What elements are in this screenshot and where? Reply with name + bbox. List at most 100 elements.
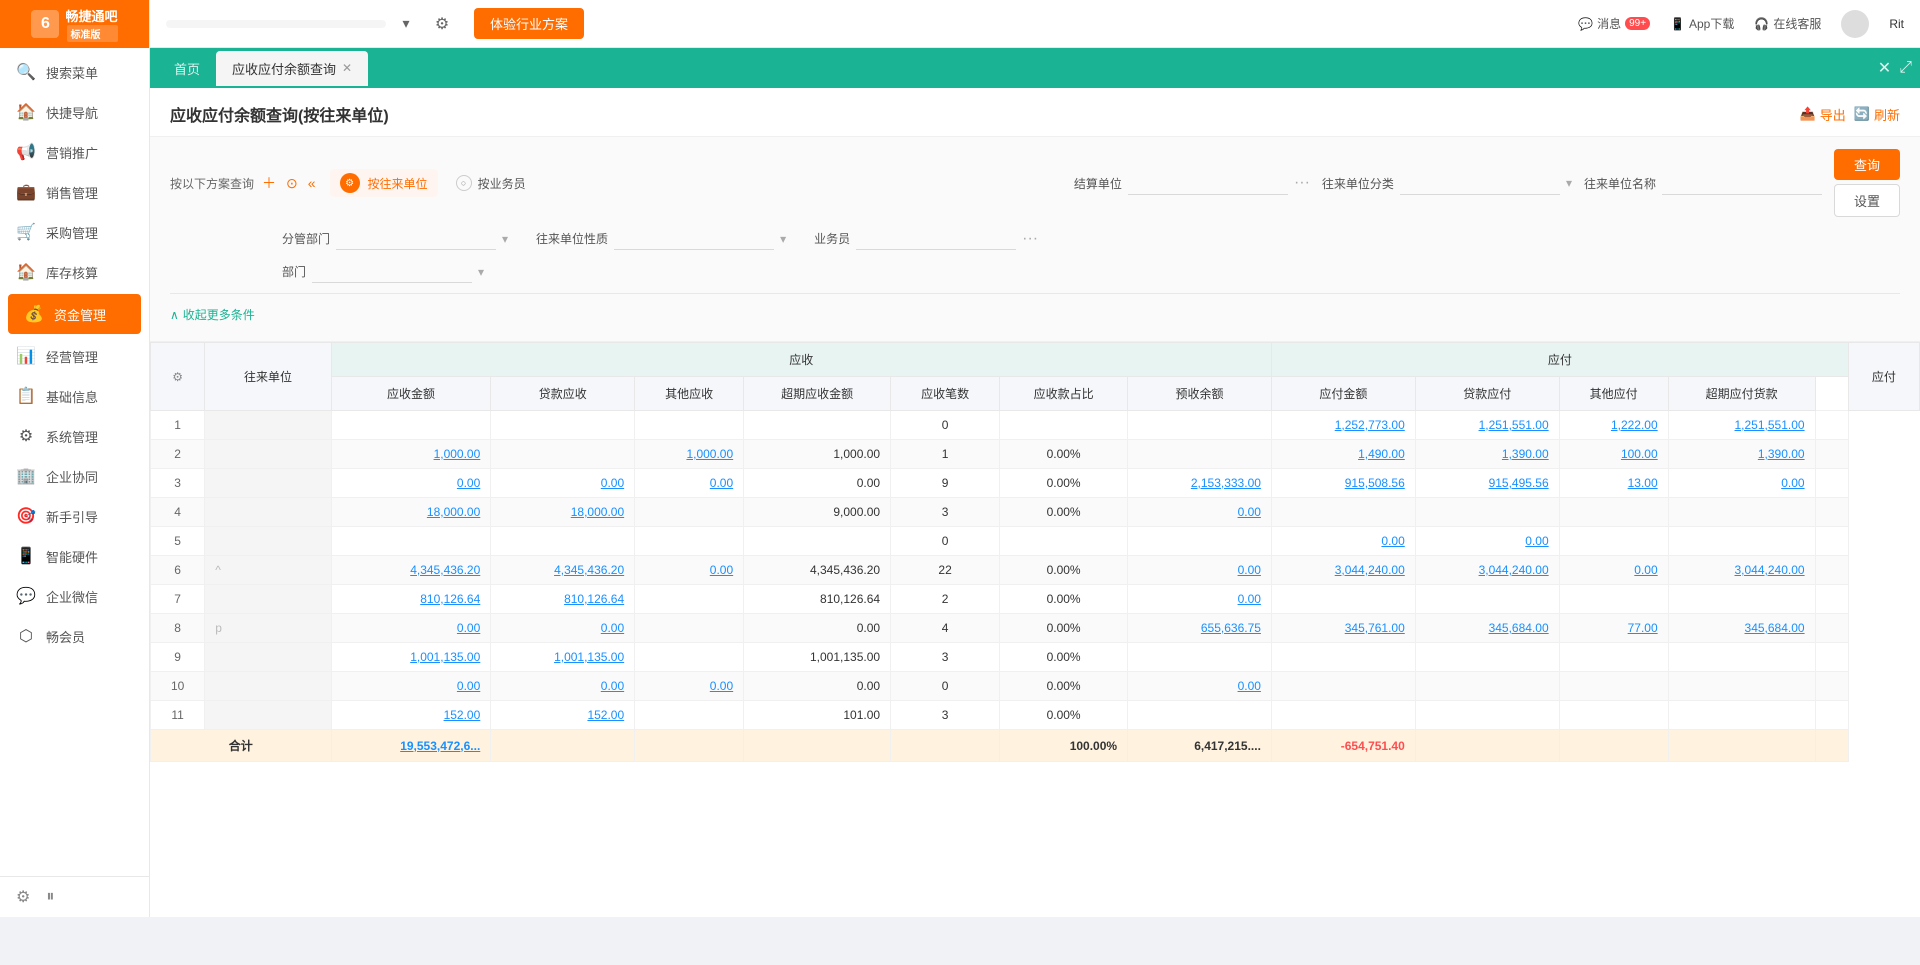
dept-input[interactable] [312, 260, 472, 283]
sidebar-item-wechat[interactable]: 💬 企业微信 [0, 576, 149, 616]
row-ar-loan[interactable]: 18,000.00 [491, 498, 635, 527]
settings-icon[interactable]: ⚙ [16, 887, 30, 907]
row-ar-advance[interactable]: 0.00 [1128, 556, 1272, 585]
row-ar-loan[interactable]: 0.00 [491, 469, 635, 498]
sidebar-item-finance[interactable]: 💰 资金管理 [8, 294, 141, 334]
collapse-more-btn[interactable]: ∧ 收起更多条件 [170, 300, 255, 329]
row-ar-loan[interactable]: 1,001,135.00 [491, 643, 635, 672]
sidebar-item-basic-info[interactable]: 📋 基础信息 [0, 376, 149, 416]
row-ar-advance[interactable]: 655,636.75 [1128, 614, 1272, 643]
row-ar-amount[interactable]: 0.00 [331, 469, 491, 498]
row-ap-loan[interactable]: 0.00 [1415, 527, 1559, 556]
row-ar-amount[interactable]: 0.00 [331, 614, 491, 643]
row-ar-advance[interactable]: 0.00 [1128, 585, 1272, 614]
row-ap-overdue[interactable]: 1,251,551.00 [1668, 411, 1815, 440]
salesman-input[interactable] [856, 227, 1016, 250]
refresh-button[interactable]: 🔄 刷新 [1854, 105, 1900, 124]
close-tab-button[interactable]: ✕ [1878, 58, 1891, 78]
row-ar-other[interactable]: 0.00 [635, 672, 744, 701]
row-ap-amount[interactable]: 1,252,773.00 [1271, 411, 1415, 440]
row-ap-amount[interactable]: 0.00 [1271, 527, 1415, 556]
sidebar-item-system[interactable]: ⚙ 系统管理 [0, 416, 149, 456]
app-download-area[interactable]: 📱 App下载 [1670, 15, 1734, 32]
th-settings[interactable]: ⚙ [151, 343, 205, 411]
row-ar-amount[interactable]: 810,126.64 [331, 585, 491, 614]
filter-settings-button[interactable]: ⊙ [284, 175, 300, 192]
row-ar-loan[interactable]: 810,126.64 [491, 585, 635, 614]
row-ap-loan[interactable]: 345,684.00 [1415, 614, 1559, 643]
row-ar-amount[interactable]: 0.00 [331, 672, 491, 701]
row-ar-other[interactable]: 0.00 [635, 556, 744, 585]
salesman-picker[interactable]: ··· [1022, 230, 1038, 248]
sidebar-item-quick-nav[interactable]: 🏠 快捷导航 [0, 92, 149, 132]
row-ar-loan[interactable]: 4,345,436.20 [491, 556, 635, 585]
settlement-unit-input[interactable] [1128, 172, 1288, 195]
row-ap-loan[interactable]: 1,390.00 [1415, 440, 1559, 469]
filter-scheme-partner[interactable]: ⚙ 按往来单位 [330, 169, 438, 197]
query-button[interactable]: 查询 [1834, 149, 1900, 180]
collapse-sidebar-icon[interactable]: ⏸ [46, 888, 54, 906]
row-ap-amount[interactable]: 345,761.00 [1271, 614, 1415, 643]
row-ar-loan[interactable]: 152.00 [491, 701, 635, 730]
sidebar-item-marketing[interactable]: 📢 营销推广 [0, 132, 149, 172]
sidebar-item-guide[interactable]: 🎯 新手引导 [0, 496, 149, 536]
row-ap-loan[interactable]: 1,251,551.00 [1415, 411, 1559, 440]
partner-nature-input[interactable] [614, 227, 774, 250]
row-ap-amount[interactable]: 1,490.00 [1271, 440, 1415, 469]
row-ap-overdue[interactable]: 0.00 [1668, 469, 1815, 498]
user-avatar[interactable] [1841, 10, 1869, 38]
tab-home[interactable]: 首页 [158, 51, 216, 86]
row-ar-advance[interactable]: 0.00 [1128, 498, 1272, 527]
sidebar-item-inventory[interactable]: 🏠 库存核算 [0, 252, 149, 292]
url-bar[interactable] [166, 20, 386, 28]
solution-button[interactable]: 体验行业方案 [474, 8, 584, 39]
row-ap-overdue[interactable]: 3,044,240.00 [1668, 556, 1815, 585]
settings-btn[interactable]: 设置 [1834, 184, 1900, 217]
row-ap-loan[interactable]: 3,044,240.00 [1415, 556, 1559, 585]
row-ar-amount[interactable]: 152.00 [331, 701, 491, 730]
filter-collapse-button[interactable]: « [306, 175, 318, 191]
row-ar-amount[interactable]: 18,000.00 [331, 498, 491, 527]
filter-scheme-salesman[interactable]: ○ 按业务员 [446, 171, 536, 196]
row-ar-advance[interactable]: 2,153,333.00 [1128, 469, 1272, 498]
row-ar-loan[interactable]: 0.00 [491, 614, 635, 643]
row-ar-amount[interactable]: 1,001,135.00 [331, 643, 491, 672]
sidebar-item-enterprise[interactable]: 🏢 企业协同 [0, 456, 149, 496]
tab-ar-query[interactable]: 应收应付余额查询 ✕ [216, 51, 368, 86]
sidebar-item-smart[interactable]: 📱 智能硬件 [0, 536, 149, 576]
settings-button[interactable]: ⚙ [426, 8, 458, 40]
dept-manager-input[interactable] [336, 227, 496, 250]
partner-name-input[interactable] [1662, 172, 1822, 195]
sidebar-item-member[interactable]: ⬡ 畅会员 [0, 616, 149, 656]
row-ar-loan[interactable]: 0.00 [491, 672, 635, 701]
sidebar-item-purchase[interactable]: 🛒 采购管理 [0, 212, 149, 252]
row-ar-amount[interactable]: 4,345,436.20 [331, 556, 491, 585]
maximize-tab-button[interactable]: ⤢ [1899, 59, 1912, 77]
chevron-down-button[interactable]: ▾ [394, 12, 418, 36]
row-ap-other[interactable]: 13.00 [1559, 469, 1668, 498]
tab-close-icon[interactable]: ✕ [342, 61, 352, 75]
row-ar-advance[interactable]: 0.00 [1128, 672, 1272, 701]
row-ap-loan[interactable]: 915,495.56 [1415, 469, 1559, 498]
export-button[interactable]: 📤 导出 [1800, 105, 1846, 124]
row-ap-overdue[interactable]: 1,390.00 [1668, 440, 1815, 469]
footer-ar-amount[interactable]: 19,553,472,6... [331, 730, 491, 762]
row-ap-amount[interactable]: 3,044,240.00 [1271, 556, 1415, 585]
row-ar-amount[interactable]: 1,000.00 [331, 440, 491, 469]
row-ap-other[interactable]: 0.00 [1559, 556, 1668, 585]
sidebar-item-search-menu[interactable]: 🔍 搜索菜单 [0, 52, 149, 92]
sidebar-item-sales[interactable]: 💼 销售管理 [0, 172, 149, 212]
row-ap-other[interactable]: 1,222.00 [1559, 411, 1668, 440]
row-ar-other[interactable]: 1,000.00 [635, 440, 744, 469]
row-ap-overdue[interactable]: 345,684.00 [1668, 614, 1815, 643]
row-ap-other[interactable]: 100.00 [1559, 440, 1668, 469]
row-ar-other[interactable]: 0.00 [635, 469, 744, 498]
sidebar-item-operations[interactable]: 📊 经营管理 [0, 336, 149, 376]
partner-category-input[interactable] [1400, 172, 1560, 195]
filter-add-button[interactable]: ＋ [260, 173, 278, 193]
row-ap-amount[interactable]: 915,508.56 [1271, 469, 1415, 498]
settlement-unit-picker[interactable]: ··· [1294, 174, 1310, 192]
message-area[interactable]: 💬 消息 99+ [1578, 15, 1650, 32]
online-service-area[interactable]: 🎧 在线客服 [1754, 15, 1821, 32]
row-ap-other[interactable]: 77.00 [1559, 614, 1668, 643]
